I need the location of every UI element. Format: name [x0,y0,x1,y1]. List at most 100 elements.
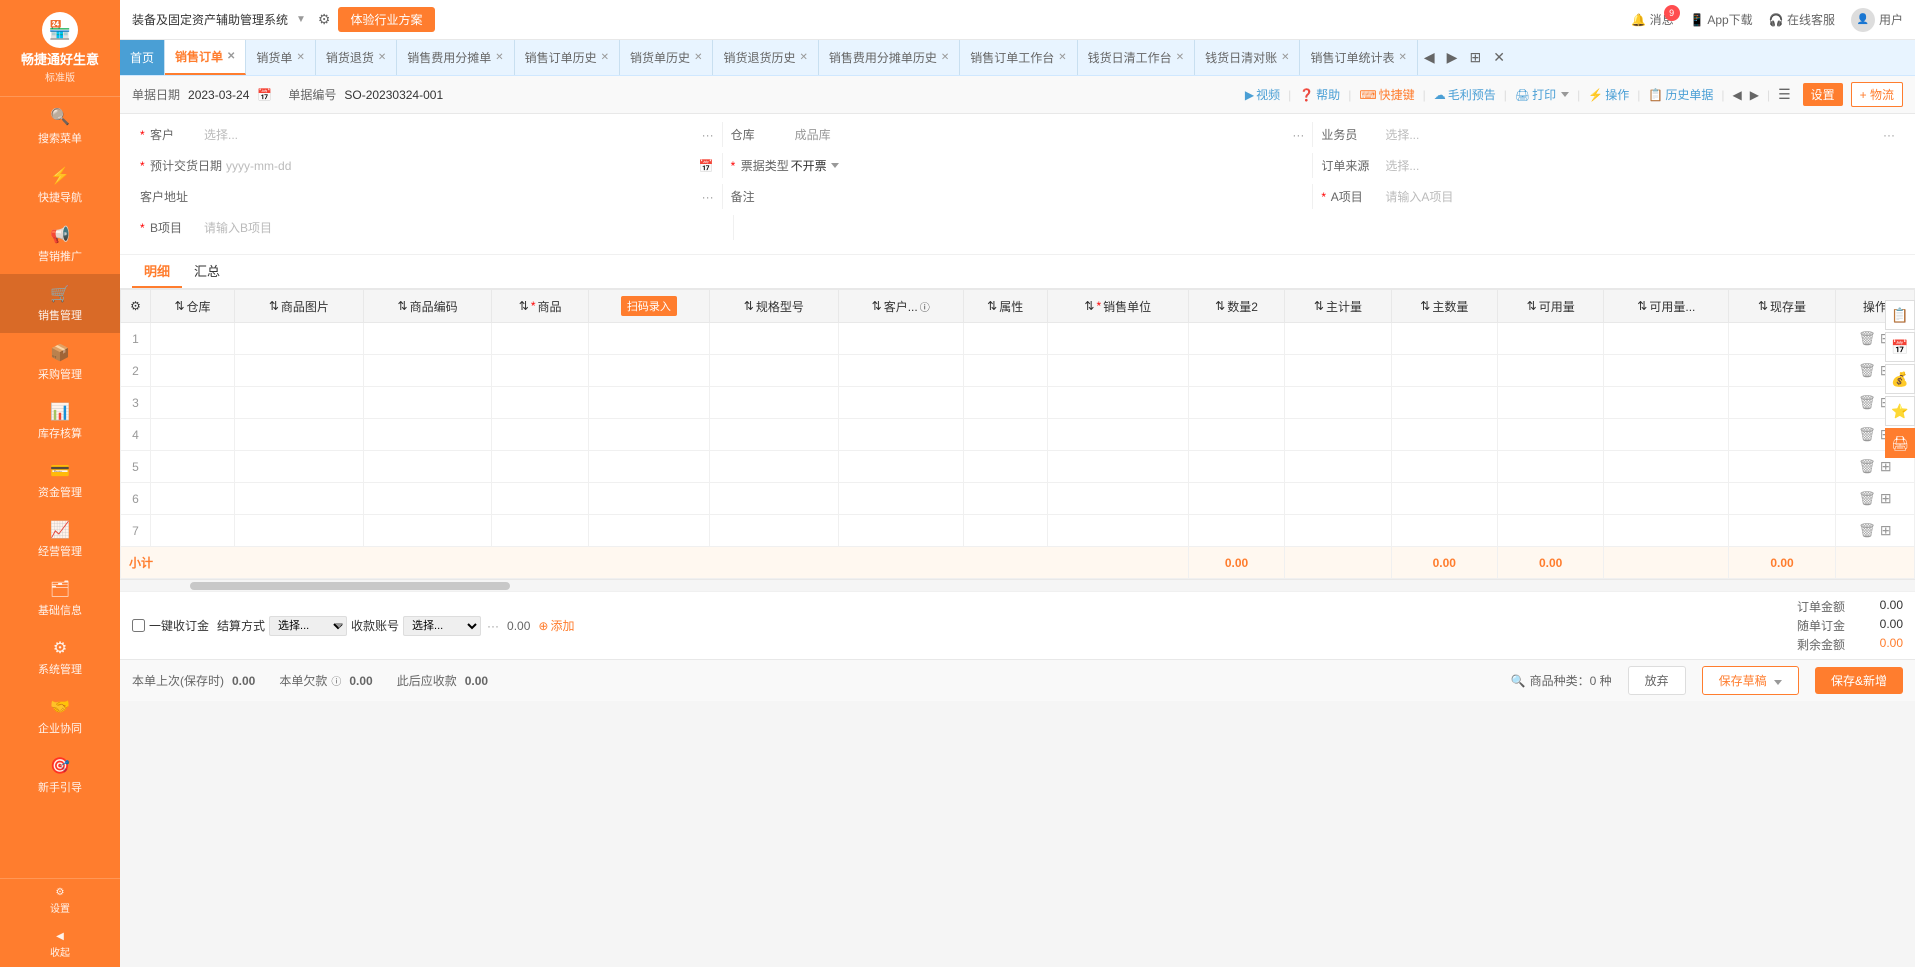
topbar-dropdown-arrow[interactable]: ▼ [296,14,306,25]
tab-cash-workbench-close[interactable]: ✕ [1176,52,1184,63]
one-click-deposit-checkbox[interactable] [132,619,145,632]
row1-qty2[interactable] [1188,323,1284,355]
th-spec-sort[interactable]: ⇅ 规格型号 [744,298,804,315]
th-qty2-sort[interactable]: ⇅ 数量2 [1215,298,1258,315]
row7-avail[interactable] [1497,515,1603,547]
tab-return-history[interactable]: 销货退货历史 ✕ [713,40,818,75]
right-tool-print[interactable]: 🖨 [1885,428,1915,458]
row5-spec[interactable] [709,451,838,483]
row5-code[interactable] [363,451,492,483]
row5-avail2[interactable] [1604,451,1729,483]
row2-spec[interactable] [709,355,838,387]
row1-avail[interactable] [1497,323,1603,355]
row7-qty2[interactable] [1188,515,1284,547]
order-source-input[interactable] [1381,158,1895,174]
row6-code[interactable] [363,483,492,515]
tab-summary[interactable]: 汇总 [182,255,232,288]
tab-invoice-history[interactable]: 销货单历史 ✕ [620,40,713,75]
address-more-btn[interactable]: ··· [702,190,714,204]
row2-stock[interactable] [1729,355,1835,387]
row1-product[interactable] [492,323,588,355]
tab-sales-invoice[interactable]: 销货单 ✕ [246,40,315,75]
row6-qty2[interactable] [1188,483,1284,515]
tab-cash-reconcile-close[interactable]: ✕ [1281,52,1289,63]
right-tool-calendar[interactable]: 📅 [1885,332,1915,362]
tab-order-history[interactable]: 销售订单历史 ✕ [515,40,620,75]
row1-code[interactable] [363,323,492,355]
row7-custcode[interactable] [838,515,963,547]
account-more-btn[interactable]: ··· [487,619,499,633]
online-service-btn[interactable]: 🎧 在线客服 [1769,11,1835,28]
tab-sales-order[interactable]: 销售订单 ✕ [165,40,246,75]
customer-more-btn[interactable]: ··· [702,128,714,142]
sidebar-item-inventory[interactable]: 📊 库存核算 [0,392,120,451]
tab-sales-invoice-close[interactable]: ✕ [296,52,304,63]
profit-btn[interactable]: ☁ 毛利预告 [1434,86,1496,103]
row4-qty2[interactable] [1188,419,1284,451]
row2-mainqty[interactable] [1391,355,1497,387]
row2-product[interactable] [492,355,588,387]
message-badge[interactable]: 🔔 9 消息 [1631,11,1673,28]
row7-mainunit[interactable] [1285,515,1391,547]
row2-avail[interactable] [1497,355,1603,387]
row5-attr[interactable] [963,451,1047,483]
sidebar-item-guide[interactable]: 🎯 新手引导 [0,746,120,805]
row7-stock[interactable] [1729,515,1835,547]
row7-unit[interactable] [1047,515,1188,547]
discard-button[interactable]: 放弃 [1628,666,1686,695]
row1-stock[interactable] [1729,323,1835,355]
row4-spec[interactable] [709,419,838,451]
row5-warehouse[interactable] [151,451,235,483]
invoice-type-arrow[interactable] [831,163,839,168]
user-menu[interactable]: 👤 用户 [1851,8,1903,32]
row5-stock[interactable] [1729,451,1835,483]
sidebar-item-sales[interactable]: 🛒 销售管理 [0,274,120,333]
row3-spec[interactable] [709,387,838,419]
print-btn[interactable]: 🖨 打印 [1515,86,1569,103]
tab-order-history-close[interactable]: ✕ [601,52,609,63]
delivery-date-input[interactable] [222,158,699,174]
row6-stock[interactable] [1729,483,1835,515]
th-main-qty-sort[interactable]: ⇅ 主数量 [1420,298,1468,315]
row7-code[interactable] [363,515,492,547]
warehouse-more-btn[interactable]: ··· [1292,128,1304,142]
sidebar-settings-btn[interactable]: ⚙ 设置 [0,879,120,923]
account-select[interactable]: 选择... [403,616,481,636]
tab-sales-return-close[interactable]: ✕ [378,52,386,63]
row4-mainunit[interactable] [1285,419,1391,451]
app-download-btn[interactable]: 📱 App下载 [1690,11,1753,28]
save-draft-button[interactable]: 保存草稿 [1702,666,1799,695]
row2-custcode[interactable] [838,355,963,387]
help-btn[interactable]: ❓ 帮助 [1299,86,1340,103]
row6-avail[interactable] [1497,483,1603,515]
row5-product[interactable] [492,451,588,483]
row6-mainqty[interactable] [1391,483,1497,515]
th-avail-sort[interactable]: ⇅ 可用量 [1527,298,1575,315]
row6-warehouse[interactable] [151,483,235,515]
operation-btn[interactable]: ⚡ 操作 [1588,86,1629,103]
sidebar-item-basic-info[interactable]: 🗂 基础信息 [0,569,120,628]
tab-order-stats-close[interactable]: ✕ [1399,52,1407,63]
tab-expense-history-close[interactable]: ✕ [941,52,949,63]
row4-mainqty[interactable] [1391,419,1497,451]
preview-btn[interactable]: ▶ 视频 [1245,86,1280,103]
row6-spec[interactable] [709,483,838,515]
row1-unit[interactable] [1047,323,1188,355]
date-picker-icon[interactable]: 📅 [699,159,714,173]
row1-warehouse[interactable] [151,323,235,355]
row4-unit[interactable] [1047,419,1188,451]
row1-custcode[interactable] [838,323,963,355]
th-main-unit-sort[interactable]: ⇅ 主计量 [1314,298,1362,315]
tab-detail[interactable]: 明细 [132,255,182,288]
row4-attr[interactable] [963,419,1047,451]
remark-input[interactable] [791,189,1305,205]
row4-code[interactable] [363,419,492,451]
right-tool-money[interactable]: 💰 [1885,364,1915,394]
row3-avail[interactable] [1497,387,1603,419]
row6-delete-btn[interactable]: 🗑 [1858,490,1876,507]
sidebar-item-operations[interactable]: 📈 经营管理 [0,510,120,569]
a-project-input[interactable] [1381,189,1895,205]
sidebar-item-system[interactable]: ⚙ 系统管理 [0,628,120,687]
row1-mainunit[interactable] [1285,323,1391,355]
tab-order-stats[interactable]: 销售订单统计表 ✕ [1300,40,1417,75]
